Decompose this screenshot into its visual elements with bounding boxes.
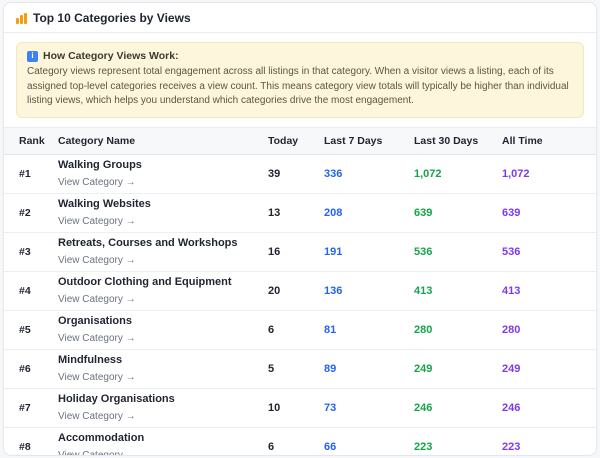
view-category-link[interactable]: View Category → <box>58 372 136 384</box>
table-row: #7 Holiday Organisations View Category →… <box>4 388 596 427</box>
table-row: #8 Accommodation View Category → 6 66 22… <box>4 427 596 456</box>
last-7-days-value: 336 <box>316 154 406 193</box>
view-category-link[interactable]: View Category → <box>58 333 136 345</box>
header-last-7-days: Last 7 Days <box>316 127 406 154</box>
last-7-days-value: 66 <box>316 427 406 456</box>
rank-cell: #5 <box>4 310 50 349</box>
categories-table: Rank Category Name Today Last 7 Days Las… <box>4 127 596 457</box>
last-7-days-value: 208 <box>316 193 406 232</box>
category-name: Mindfulness <box>58 354 252 367</box>
card-title: Top 10 Categories by Views <box>33 11 191 25</box>
today-value: 6 <box>260 310 316 349</box>
header-rank: Rank <box>4 127 50 154</box>
last-30-days-value: 413 <box>406 271 494 310</box>
table-row: #6 Mindfulness View Category → 5 89 249 … <box>4 349 596 388</box>
header-last-30-days: Last 30 Days <box>406 127 494 154</box>
rank-cell: #8 <box>4 427 50 456</box>
rank-cell: #3 <box>4 232 50 271</box>
last-7-days-value: 191 <box>316 232 406 271</box>
view-category-link[interactable]: View Category → <box>58 177 136 189</box>
rank-cell: #1 <box>4 154 50 193</box>
view-category-link[interactable]: View Category → <box>58 450 136 457</box>
info-icon: i <box>27 51 38 62</box>
last-7-days-value: 136 <box>316 271 406 310</box>
info-body: Category views represent total engagemen… <box>27 65 573 109</box>
category-cell: Walking Websites View Category → <box>50 193 260 232</box>
table-row: #1 Walking Groups View Category → 39 336… <box>4 154 596 193</box>
today-value: 6 <box>260 427 316 456</box>
today-value: 13 <box>260 193 316 232</box>
info-callout: i How Category Views Work: Category view… <box>16 42 584 118</box>
header-today: Today <box>260 127 316 154</box>
view-category-link[interactable]: View Category → <box>58 411 136 423</box>
all-time-value: 1,072 <box>494 154 596 193</box>
category-name: Walking Websites <box>58 198 252 211</box>
all-time-value: 249 <box>494 349 596 388</box>
last-7-days-value: 73 <box>316 388 406 427</box>
rank-cell: #2 <box>4 193 50 232</box>
today-value: 16 <box>260 232 316 271</box>
all-time-value: 223 <box>494 427 596 456</box>
rank-cell: #7 <box>4 388 50 427</box>
last-30-days-value: 280 <box>406 310 494 349</box>
category-name: Organisations <box>58 315 252 328</box>
header-all-time: All Time <box>494 127 596 154</box>
header-category-name: Category Name <box>50 127 260 154</box>
category-cell: Organisations View Category → <box>50 310 260 349</box>
today-value: 5 <box>260 349 316 388</box>
last-30-days-value: 246 <box>406 388 494 427</box>
category-cell: Walking Groups View Category → <box>50 154 260 193</box>
table-header-row: Rank Category Name Today Last 7 Days Las… <box>4 127 596 154</box>
category-cell: Mindfulness View Category → <box>50 349 260 388</box>
last-30-days-value: 639 <box>406 193 494 232</box>
category-name: Outdoor Clothing and Equipment <box>58 276 252 289</box>
all-time-value: 413 <box>494 271 596 310</box>
table-row: #5 Organisations View Category → 6 81 28… <box>4 310 596 349</box>
table-row: #4 Outdoor Clothing and Equipment View C… <box>4 271 596 310</box>
rank-cell: #6 <box>4 349 50 388</box>
category-cell: Holiday Organisations View Category → <box>50 388 260 427</box>
last-30-days-value: 536 <box>406 232 494 271</box>
table-row: #3 Retreats, Courses and Workshops View … <box>4 232 596 271</box>
today-value: 20 <box>260 271 316 310</box>
view-category-link[interactable]: View Category → <box>58 216 136 228</box>
category-name: Walking Groups <box>58 159 252 172</box>
last-7-days-value: 89 <box>316 349 406 388</box>
category-name: Holiday Organisations <box>58 393 252 406</box>
rank-cell: #4 <box>4 271 50 310</box>
category-cell: Retreats, Courses and Workshops View Cat… <box>50 232 260 271</box>
category-name: Retreats, Courses and Workshops <box>58 237 252 250</box>
top-categories-card: Top 10 Categories by Views i How Categor… <box>3 2 597 456</box>
table-row: #2 Walking Websites View Category → 13 2… <box>4 193 596 232</box>
last-7-days-value: 81 <box>316 310 406 349</box>
category-cell: Outdoor Clothing and Equipment View Cate… <box>50 271 260 310</box>
category-cell: Accommodation View Category → <box>50 427 260 456</box>
info-title: How Category Views Work: <box>43 50 179 62</box>
category-name: Accommodation <box>58 432 252 445</box>
all-time-value: 246 <box>494 388 596 427</box>
all-time-value: 536 <box>494 232 596 271</box>
card-header: Top 10 Categories by Views <box>4 3 596 33</box>
all-time-value: 280 <box>494 310 596 349</box>
last-30-days-value: 223 <box>406 427 494 456</box>
bar-chart-icon <box>16 13 27 24</box>
today-value: 10 <box>260 388 316 427</box>
last-30-days-value: 249 <box>406 349 494 388</box>
all-time-value: 639 <box>494 193 596 232</box>
today-value: 39 <box>260 154 316 193</box>
info-title-row: i How Category Views Work: <box>27 50 573 62</box>
last-30-days-value: 1,072 <box>406 154 494 193</box>
view-category-link[interactable]: View Category → <box>58 255 136 267</box>
view-category-link[interactable]: View Category → <box>58 294 136 306</box>
